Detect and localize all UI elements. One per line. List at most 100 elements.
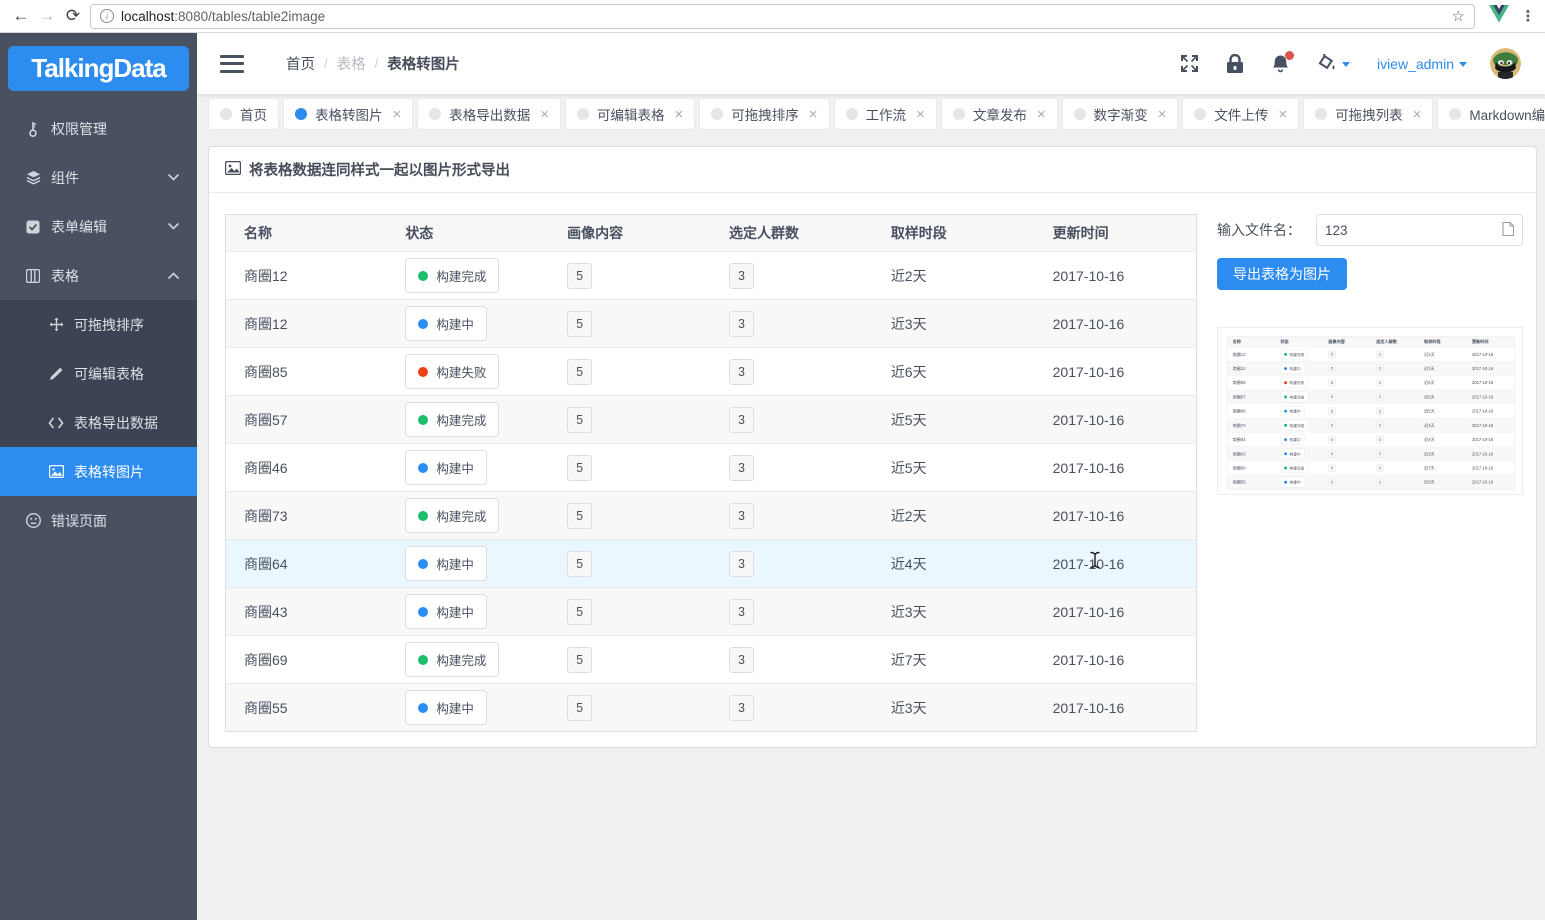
status-badge[interactable]: 构建完成 xyxy=(1280,349,1309,360)
table-row[interactable]: 商圈57 构建完成 5 3 近5天 2017-10-16 xyxy=(1227,389,1515,405)
browser-menu-icon[interactable]: ⋮ xyxy=(1519,7,1537,25)
logo[interactable]: TalkingData xyxy=(8,46,189,91)
tab-10[interactable]: Markdown编辑器× xyxy=(1437,98,1545,130)
notification-bell-icon[interactable] xyxy=(1271,50,1294,74)
table-row[interactable]: 商圈43 构建中 5 3 近3天 2017-10-16 xyxy=(225,587,1197,636)
sidebar-item-4[interactable]: 可拖拽排序 xyxy=(0,300,197,349)
sidebar-item-2[interactable]: 表单编辑 xyxy=(0,202,197,251)
sidebar-item-label: 表格导出数据 xyxy=(74,414,158,431)
tab-8[interactable]: 文件上传 × xyxy=(1182,98,1300,130)
status-badge[interactable]: 构建失败 xyxy=(1280,377,1309,388)
status-badge[interactable]: 构建失败 xyxy=(405,354,500,389)
bookmark-star-icon[interactable]: ☆ xyxy=(1452,7,1465,25)
tab-0[interactable]: 首页 xyxy=(208,98,279,130)
status-badge[interactable]: 构建中 xyxy=(405,546,487,581)
status-dot-icon xyxy=(1284,395,1288,399)
table-row[interactable]: 商圈64 构建中 5 3 近4天 2017-10-16 xyxy=(225,539,1197,588)
status-badge[interactable]: 构建中 xyxy=(1280,476,1305,488)
browser-back-icon[interactable]: ← xyxy=(8,3,34,29)
table-row[interactable]: 商圈64 构建中 5 3 近4天 2017-10-16 xyxy=(1227,432,1515,447)
tab-close-icon[interactable]: × xyxy=(540,107,549,122)
cell-name: 商圈57 xyxy=(244,411,288,428)
tab-close-icon[interactable]: × xyxy=(916,107,925,122)
table-row[interactable]: 商圈57 构建完成 5 3 近5天 2017-10-16 xyxy=(225,395,1197,444)
status-badge[interactable]: 构建中 xyxy=(405,690,487,725)
status-badge[interactable]: 构建中 xyxy=(405,450,487,485)
sidebar-item-6[interactable]: 表格导出数据 xyxy=(0,398,197,447)
breadcrumb-home[interactable]: 首页 xyxy=(286,53,315,74)
table-row[interactable]: 商圈12 构建完成 5 3 近2天 2017-10-16 xyxy=(225,251,1197,300)
status-badge[interactable]: 构建完成 xyxy=(1280,462,1309,474)
table-row[interactable]: 商圈46 构建中 5 3 近5天 2017-10-16 xyxy=(1227,403,1515,419)
status-badge[interactable]: 构建完成 xyxy=(405,498,500,533)
tab-close-icon[interactable]: × xyxy=(675,107,684,122)
status-badge[interactable]: 构建中 xyxy=(1280,448,1305,459)
browser-forward-icon[interactable]: → xyxy=(34,3,60,29)
lock-icon[interactable] xyxy=(1226,53,1244,74)
status-badge[interactable]: 构建中 xyxy=(405,306,487,341)
sidebar-item-1[interactable]: 组件 xyxy=(0,153,197,202)
tab-close-icon[interactable]: × xyxy=(1158,107,1167,122)
tab-4[interactable]: 可拖拽排序 × xyxy=(699,98,830,130)
table-row[interactable]: 商圈46 构建中 5 3 近5天 2017-10-16 xyxy=(225,443,1197,492)
table-row[interactable]: 商圈69 构建完成 5 3 近7天 2017-10-16 xyxy=(1227,460,1515,476)
tab-close-icon[interactable]: × xyxy=(1037,107,1046,122)
theme-switch-icon[interactable] xyxy=(1317,54,1350,73)
table-row[interactable]: 商圈12 构建中 5 3 近3天 2017-10-16 xyxy=(1227,361,1515,376)
status-badge[interactable]: 构建中 xyxy=(1280,363,1305,374)
tab-5[interactable]: 工作流 × xyxy=(833,98,937,130)
status-badge[interactable]: 构建完成 xyxy=(405,642,500,677)
tab-6[interactable]: 文章发布 × xyxy=(940,98,1058,130)
tab-9[interactable]: 可拖拽列表 × xyxy=(1303,98,1434,130)
table-row[interactable]: 商圈12 构建中 5 3 近3天 2017-10-16 xyxy=(225,299,1197,348)
status-label: 构建完成 xyxy=(436,510,487,524)
table-row[interactable]: 商圈69 构建完成 5 3 近7天 2017-10-16 xyxy=(225,635,1197,684)
tab-2[interactable]: 表格导出数据 × xyxy=(417,98,562,130)
table-row[interactable]: 商圈85 构建失败 5 3 近6天 2017-10-16 xyxy=(225,347,1197,396)
sidebar-item-5[interactable]: 可编辑表格 xyxy=(0,349,197,398)
tab-3[interactable]: 可编辑表格 × xyxy=(565,98,696,130)
fullscreen-icon[interactable] xyxy=(1180,54,1199,73)
status-badge[interactable]: 构建中 xyxy=(1280,434,1305,445)
status-badge[interactable]: 构建完成 xyxy=(1280,420,1309,431)
avatar[interactable] xyxy=(1490,48,1521,79)
status-badge[interactable]: 构建中 xyxy=(405,594,487,629)
status-badge[interactable]: 构建完成 xyxy=(405,258,500,293)
table-row[interactable]: 商圈85 构建失败 5 3 近6天 2017-10-16 xyxy=(1227,375,1515,390)
table-row[interactable]: 商圈12 构建完成 5 3 近2天 2017-10-16 xyxy=(1227,347,1515,362)
portrait-count: 5 xyxy=(567,646,593,673)
sidebar-item-0[interactable]: 权限管理 xyxy=(0,104,197,153)
status-badge[interactable]: 构建完成 xyxy=(1280,391,1309,403)
status-badge[interactable]: 构建中 xyxy=(1280,405,1305,417)
table-row[interactable]: 商圈55 构建中 5 3 近3天 2017-10-16 xyxy=(225,683,1197,732)
group-count: 3 xyxy=(728,646,754,673)
page-info-icon[interactable]: i xyxy=(100,9,114,23)
sidebar: TalkingData 权限管理 组件 表单编辑 表格 可拖拽排序 可编辑表格表格导出数据… xyxy=(0,33,197,920)
table-row[interactable]: 商圈55 构建中 5 3 近3天 2017-10-16 xyxy=(1227,474,1515,490)
sidebar-item-3[interactable]: 表格 xyxy=(0,251,197,300)
status-badge[interactable]: 构建完成 xyxy=(405,402,500,437)
status-dot-icon xyxy=(1284,366,1288,370)
tab-7[interactable]: 数字渐变 × xyxy=(1061,98,1179,130)
vue-devtools-icon[interactable] xyxy=(1489,4,1509,28)
tab-close-icon[interactable]: × xyxy=(1278,107,1287,122)
table-row[interactable]: 商圈73 构建完成 5 3 近2天 2017-10-16 xyxy=(225,491,1197,540)
column-header: 名称 xyxy=(225,214,388,252)
status-label: 构建完成 xyxy=(436,654,487,668)
sidebar-item-8[interactable]: 错误页面 xyxy=(0,496,197,545)
filename-input[interactable]: 123 xyxy=(1316,214,1523,246)
export-image-button[interactable]: 导出表格为图片 xyxy=(1217,258,1347,290)
table-row[interactable]: 商圈43 构建中 5 3 近3天 2017-10-16 xyxy=(1227,446,1515,461)
sidebar-item-7[interactable]: 表格转图片 xyxy=(0,447,197,496)
tab-dot-icon xyxy=(711,108,724,120)
hamburger-menu-icon[interactable] xyxy=(220,54,244,73)
tab-close-icon[interactable]: × xyxy=(809,107,818,122)
user-menu[interactable]: iview_admin xyxy=(1377,56,1467,72)
table-row[interactable]: 商圈73 构建完成 5 3 近2天 2017-10-16 xyxy=(1227,418,1515,433)
tab-1[interactable]: 表格转图片 × xyxy=(283,98,414,130)
browser-reload-icon[interactable]: ⟳ xyxy=(60,3,86,29)
address-bar[interactable]: i localhost:8080/tables/table2image ☆ xyxy=(90,3,1475,29)
tab-close-icon[interactable]: × xyxy=(393,107,402,122)
tab-close-icon[interactable]: × xyxy=(1413,107,1422,122)
export-panel: 输入文件名： 123 导出表格为图片 名称 状态 画像内容 选定人群数 取样时段 更新时间… xyxy=(1217,214,1523,732)
